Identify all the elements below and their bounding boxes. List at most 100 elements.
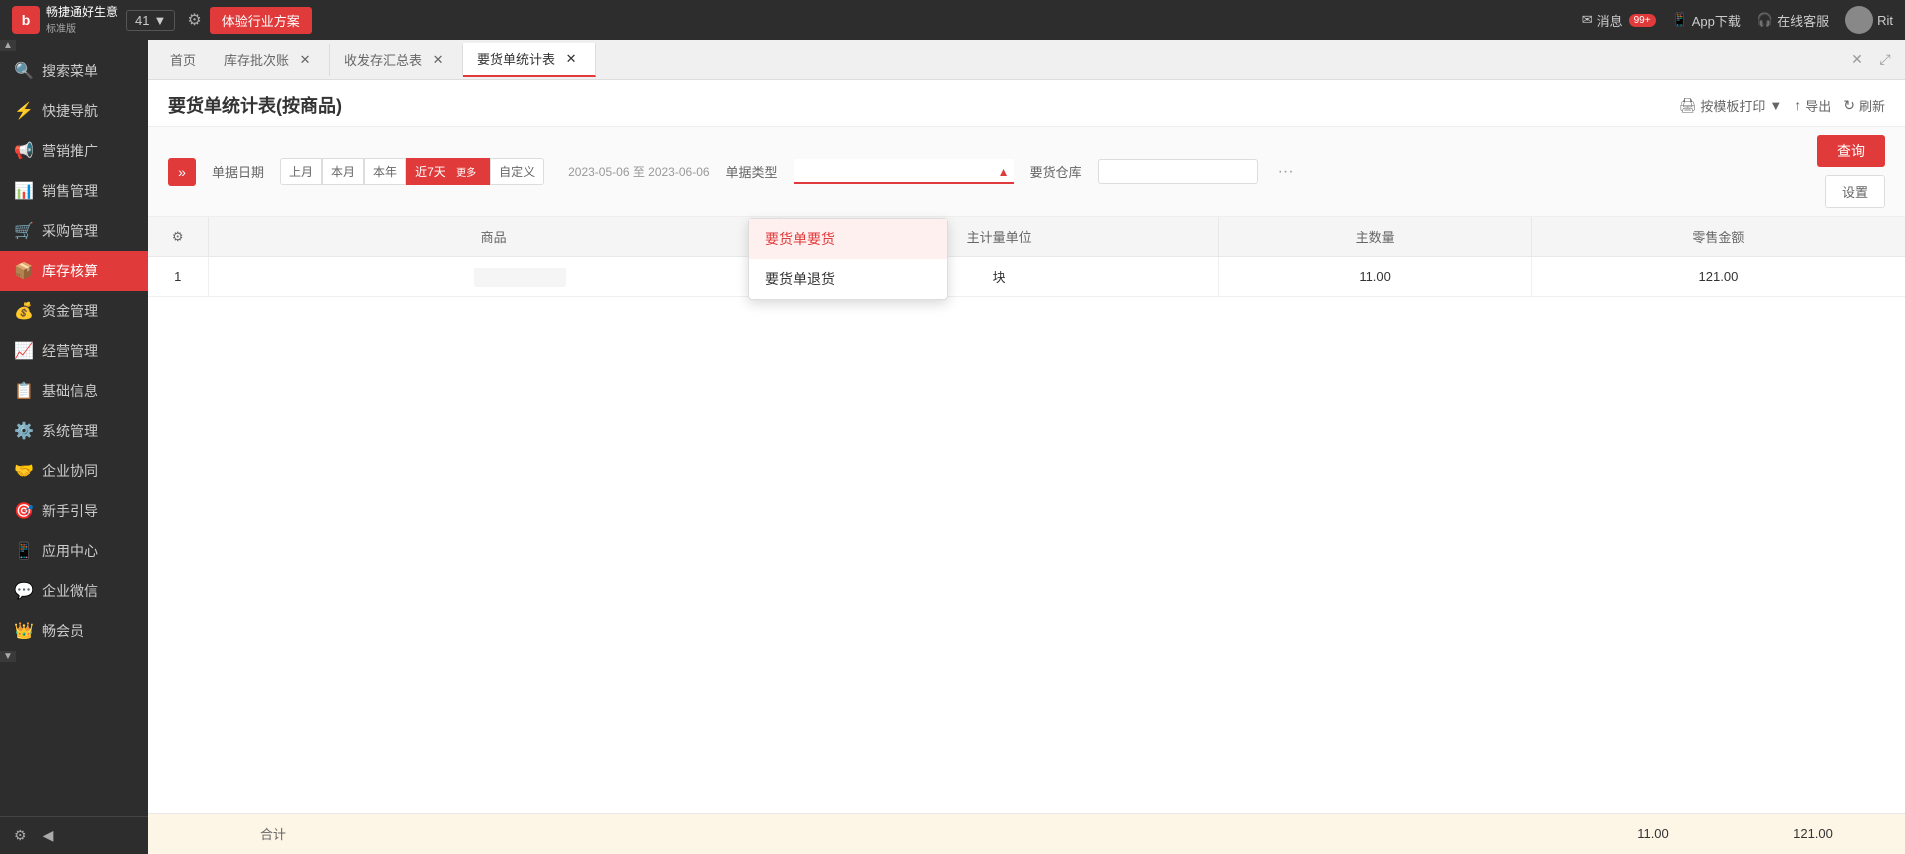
app-center-icon: 📱 xyxy=(14,541,34,561)
footer-sale-amount: 121.00 xyxy=(1793,826,1833,841)
tab-receivable-summary[interactable]: 收发存汇总表 ✕ xyxy=(330,44,463,76)
query-button[interactable]: 查询 xyxy=(1817,135,1885,167)
operations-icon: 📈 xyxy=(14,341,34,361)
sidebar-label-operations: 经营管理 xyxy=(42,341,98,361)
sidebar-item-guide[interactable]: 🎯 新手引导 xyxy=(0,491,148,531)
tab-inventory-batch[interactable]: 库存批次账 ✕ xyxy=(210,44,330,76)
filter-actions: 查询 设置 xyxy=(1817,135,1885,208)
tabbar-actions: ✕ ⤢ xyxy=(1845,48,1897,72)
tab-close-receivable[interactable]: ✕ xyxy=(428,50,448,70)
sidebar-label-purchase: 采购管理 xyxy=(42,221,98,241)
sidebar-item-fund[interactable]: 💰 资金管理 xyxy=(0,291,148,331)
dropdown-arrow-icon: ▼ xyxy=(153,13,166,28)
date-btn-7days[interactable]: 近7天 更多 xyxy=(406,158,490,185)
date-btn-custom[interactable]: 自定义 xyxy=(490,158,544,185)
sidebar-label-quick: 快捷导航 xyxy=(42,101,98,121)
dropdown-item-order-goods[interactable]: 要货单要货 xyxy=(749,219,947,259)
more-badge: 更多 xyxy=(451,167,481,180)
sidebar-label-search: 搜索菜单 xyxy=(42,61,98,81)
sidebar-item-marketing[interactable]: 📢 营销推广 xyxy=(0,131,148,171)
print-button[interactable]: 🖨 按模板打印 ▼ xyxy=(1679,96,1783,115)
guide-icon: 🎯 xyxy=(14,501,34,521)
sidebar-label-inventory: 库存核算 xyxy=(42,261,98,281)
date-range-text: 2023-05-06 至 2023-06-06 xyxy=(568,163,709,180)
wechat-icon: 💬 xyxy=(14,581,34,601)
col-settings-icon[interactable]: ⚙ xyxy=(172,229,184,244)
topbar-settings-icon[interactable]: ⚙ xyxy=(187,10,201,30)
table-row: 1 块 11.00 1 xyxy=(148,257,1905,297)
cell-product xyxy=(208,257,779,297)
col-header-product: 商品 xyxy=(208,217,779,257)
sidebar-label-system: 系统管理 xyxy=(42,421,98,441)
store-selector[interactable]: 41 ▼ xyxy=(126,10,175,31)
sidebar-item-quick-nav[interactable]: ⚡ 快捷导航 xyxy=(0,91,148,131)
sidebar-label-basic: 基础信息 xyxy=(42,381,98,401)
warehouse-filter-input[interactable] xyxy=(1098,159,1258,184)
sidebar-item-inventory[interactable]: 📦 库存核算 xyxy=(0,251,148,291)
tab-close-all-button[interactable]: ✕ xyxy=(1845,48,1869,72)
sidebar-item-search-menu[interactable]: 🔍 搜索菜单 xyxy=(0,51,148,91)
footer-label: 合计 xyxy=(220,827,286,842)
page-header: 要货单统计表(按商品) 🖨 按模板打印 ▼ ↑ 导出 ↻ 刷新 xyxy=(148,80,1905,126)
sidebar-item-operations[interactable]: 📈 经营管理 xyxy=(0,331,148,371)
messages-item[interactable]: ✉ 消息 99+ xyxy=(1582,11,1656,30)
sidebar-item-purchase[interactable]: 🛒 采购管理 xyxy=(0,211,148,251)
date-btn-this-month[interactable]: 本月 xyxy=(322,158,364,185)
tab-close-order-stats[interactable]: ✕ xyxy=(561,49,581,69)
refresh-button[interactable]: ↻ 刷新 xyxy=(1843,96,1885,115)
sidebar-item-wechat[interactable]: 💬 企业微信 xyxy=(0,571,148,611)
filter-more-icon[interactable]: ··· xyxy=(1278,163,1294,181)
collab-icon: 🤝 xyxy=(14,461,34,481)
sidebar-item-basic[interactable]: 📋 基础信息 xyxy=(0,371,148,411)
sidebar-scroll-down[interactable]: ▼ xyxy=(0,651,16,662)
tab-expand-button[interactable]: ⤢ xyxy=(1873,48,1897,72)
footer-sale-amount-col: 121.00 xyxy=(1733,825,1893,843)
date-btn-last-month[interactable]: 上月 xyxy=(280,158,322,185)
sidebar-settings-icon[interactable]: ⚙ xyxy=(14,827,27,844)
sidebar-item-app-center[interactable]: 📱 应用中心 xyxy=(0,531,148,571)
online-service-item[interactable]: 🎧 在线客服 xyxy=(1757,11,1829,30)
date-btn-this-year[interactable]: 本年 xyxy=(364,158,406,185)
logo-area: b 畅捷通好生意 标准版 xyxy=(12,5,118,36)
topbar-left: b 畅捷通好生意 标准版 41 ▼ ⚙ 体验行业方案 xyxy=(12,5,312,36)
trial-button[interactable]: 体验行业方案 xyxy=(210,7,312,34)
warehouse-filter-label: 要货仓库 xyxy=(1030,162,1082,181)
filter-expand-button[interactable]: » xyxy=(168,158,196,186)
sidebar-collapse-icon[interactable]: ◀ xyxy=(43,827,54,844)
sidebar-item-collab[interactable]: 🤝 企业协同 xyxy=(0,451,148,491)
service-icon: 🎧 xyxy=(1757,12,1773,28)
tab-close-inventory-batch[interactable]: ✕ xyxy=(295,50,315,70)
filter-settings-button[interactable]: 设置 xyxy=(1825,175,1885,208)
export-button[interactable]: ↑ 导出 xyxy=(1794,96,1831,115)
cell-row-num: 1 xyxy=(148,257,208,297)
type-filter-input[interactable] xyxy=(794,159,1014,184)
sidebar-item-sales[interactable]: 📊 销售管理 xyxy=(0,171,148,211)
message-icon: ✉ xyxy=(1582,12,1593,28)
messages-label: 消息 xyxy=(1597,11,1623,30)
sidebar-item-system[interactable]: ⚙️ 系统管理 xyxy=(0,411,148,451)
brand-info: 畅捷通好生意 标准版 xyxy=(46,5,118,36)
table-header-row: ⚙ 商品 主计量单位 主数量 零 xyxy=(148,217,1905,257)
cell-main-qty: 11.00 xyxy=(1219,257,1532,297)
topbar: b 畅捷通好生意 标准版 41 ▼ ⚙ 体验行业方案 ✉ 消息 99+ 📱 Ap… xyxy=(0,0,1905,40)
sidebar-scroll-up[interactable]: ▲ xyxy=(0,40,16,51)
table-container: ⚙ 商品 主计量单位 主数量 零 xyxy=(148,217,1905,813)
content-area: 首页 库存批次账 ✕ 收发存汇总表 ✕ 要货单统计表 ✕ ✕ ⤢ 要 xyxy=(148,40,1905,854)
dropdown-item-return-goods[interactable]: 要货单退货 xyxy=(749,259,947,299)
sidebar-item-membership[interactable]: 👑 畅会员 xyxy=(0,611,148,651)
type-filter-arrow-icon[interactable]: ▲ xyxy=(998,165,1010,179)
user-item[interactable]: Rit xyxy=(1845,6,1893,34)
col-header-sale-amount: 零售金额 xyxy=(1531,217,1905,257)
refresh-icon: ↻ xyxy=(1843,97,1855,114)
main-container: ▲ 🔍 搜索菜单 ⚡ 快捷导航 📢 营销推广 📊 销售管理 🛒 采购管理 📦 库… xyxy=(0,40,1905,854)
tab-order-stats[interactable]: 要货单统计表 ✕ xyxy=(463,43,596,77)
tab-home[interactable]: 首页 xyxy=(156,44,210,75)
app-download-item[interactable]: 📱 App下载 xyxy=(1672,11,1741,30)
purchase-icon: 🛒 xyxy=(14,221,34,241)
filter-bar: » 单据日期 上月 本月 本年 近7天 更多 xyxy=(148,126,1905,217)
col-header-settings: ⚙ xyxy=(148,217,208,257)
sidebar-label-guide: 新手引导 xyxy=(42,501,98,521)
product-placeholder xyxy=(474,268,566,287)
print-arrow-icon: ▼ xyxy=(1769,98,1782,113)
logo-icon: b xyxy=(12,6,40,34)
